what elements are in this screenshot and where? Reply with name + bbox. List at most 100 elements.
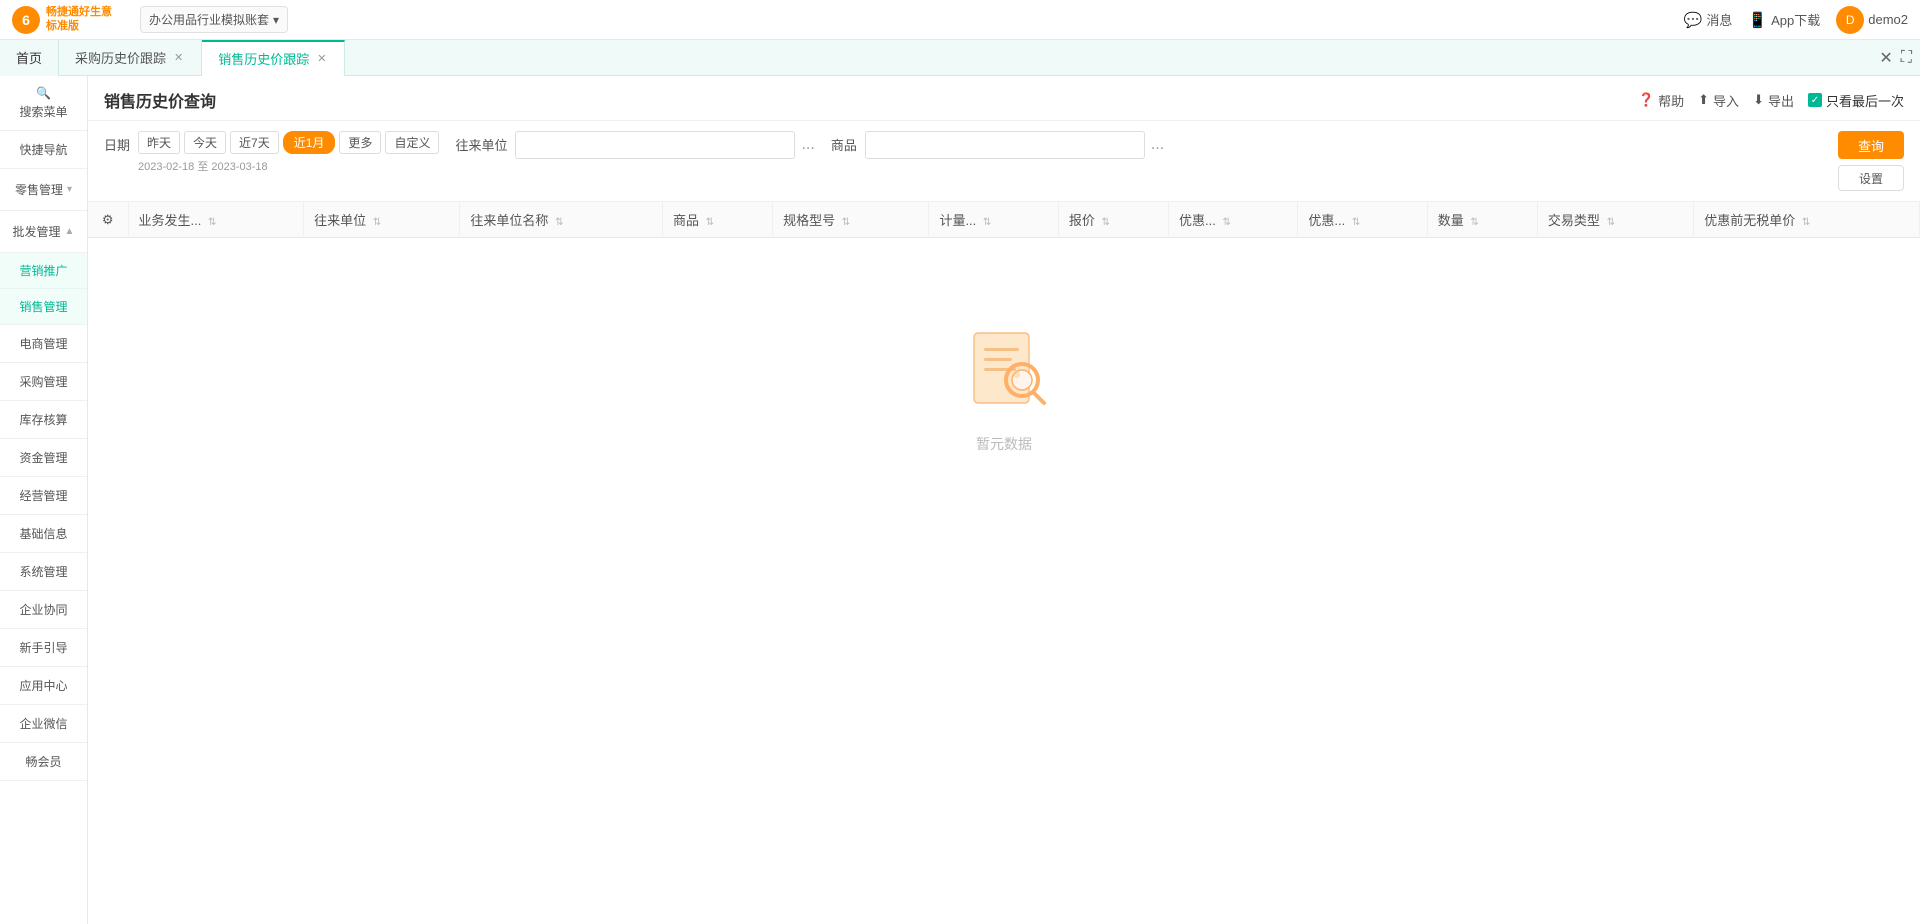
app-selector[interactable]: 办公用品行业模拟账套 ▾ bbox=[140, 6, 288, 33]
sidebar-member-label: 畅会员 bbox=[25, 753, 61, 770]
col-price[interactable]: 报价 ⇅ bbox=[1058, 202, 1168, 238]
import-icon: ⬆ bbox=[1698, 92, 1709, 108]
help-label: 帮助 bbox=[1658, 91, 1684, 110]
settings-button[interactable]: 设置 bbox=[1838, 165, 1904, 191]
date-btn-last7[interactable]: 近7天 bbox=[230, 131, 279, 154]
product-input[interactable] bbox=[865, 131, 1145, 159]
col-quantity[interactable]: 数量 ⇅ bbox=[1427, 202, 1537, 238]
sidebar-item-ecommerce[interactable]: 电商管理 bbox=[0, 325, 87, 363]
product-dots-icon[interactable]: ... bbox=[1151, 136, 1164, 154]
tab-purchase-close[interactable]: ✕ bbox=[172, 50, 185, 65]
sidebar-item-cooperation[interactable]: 企业协同 bbox=[0, 591, 87, 629]
col-discount1[interactable]: 优惠... ⇅ bbox=[1168, 202, 1297, 238]
sidebar-item-wholesale[interactable]: 批发管理 ▲ bbox=[0, 211, 87, 253]
partner-input[interactable] bbox=[515, 131, 795, 159]
sort-arrows-price: ⇅ bbox=[1101, 217, 1109, 228]
export-action[interactable]: ⬇ 导出 bbox=[1753, 91, 1794, 110]
date-buttons: 昨天 今天 近7天 近1月 更多 自定义 bbox=[138, 131, 439, 154]
date-btn-last1month[interactable]: 近1月 bbox=[283, 131, 336, 154]
sidebar-quick-nav-label: 快捷导航 bbox=[19, 141, 67, 158]
date-range-text: 2023-02-18 至 2023-03-18 bbox=[138, 158, 439, 174]
help-action[interactable]: ❓ 帮助 bbox=[1638, 91, 1684, 110]
app-download-action[interactable]: 📱 App下载 bbox=[1748, 10, 1820, 29]
sidebar-basic-info-label: 基础信息 bbox=[19, 525, 67, 542]
logo-text: 畅捷通好生意 标准版 bbox=[46, 6, 112, 32]
col-pretax-price[interactable]: 优惠前无税单价 ⇅ bbox=[1694, 202, 1920, 238]
sidebar-item-operations[interactable]: 经营管理 bbox=[0, 477, 87, 515]
dropdown-icon: ▾ bbox=[273, 13, 279, 27]
sidebar-guide-label: 新手引导 bbox=[19, 639, 67, 656]
page-header: 销售历史价查询 ❓ 帮助 ⬆ 导入 ⬇ 导出 ✓ 只看最后一次 bbox=[88, 76, 1920, 121]
col-unit[interactable]: 计量... ⇅ bbox=[929, 202, 1058, 238]
col-discount2[interactable]: 优惠... ⇅ bbox=[1298, 202, 1427, 238]
sidebar-item-sales-mgmt[interactable]: 销售管理 bbox=[0, 289, 87, 325]
sidebar: 🔍 搜索菜单 快捷导航 零售管理 ▾ 批发管理 ▲ 营销推广 销售管理 电商管理… bbox=[0, 76, 88, 924]
sidebar-item-finance[interactable]: 资金管理 bbox=[0, 439, 87, 477]
sidebar-ecommerce-label: 电商管理 bbox=[19, 335, 67, 352]
col-product[interactable]: 商品 ⇅ bbox=[662, 202, 772, 238]
close-all-icon[interactable]: ✕ bbox=[1879, 48, 1892, 68]
tab-home[interactable]: 首页 bbox=[0, 40, 59, 76]
sidebar-item-marketing[interactable]: 营销推广 bbox=[0, 253, 87, 289]
col-trade-type[interactable]: 交易类型 ⇅ bbox=[1537, 202, 1693, 238]
export-label: 导出 bbox=[1768, 91, 1794, 110]
product-input-group: ... bbox=[865, 131, 1164, 159]
sort-arrows-quantity: ⇅ bbox=[1470, 217, 1478, 228]
sort-arrows-product: ⇅ bbox=[706, 217, 714, 228]
partner-dots-icon[interactable]: ... bbox=[801, 136, 814, 154]
chevron-down-icon: ▾ bbox=[67, 184, 72, 195]
table-area: ⚙ 业务发生... ⇅ 往来单位 ⇅ 往来单位名称 ⇅ bbox=[88, 202, 1920, 924]
import-action[interactable]: ⬆ 导入 bbox=[1698, 91, 1739, 110]
sidebar-item-app-center[interactable]: 应用中心 bbox=[0, 667, 87, 705]
date-btn-yesterday[interactable]: 昨天 bbox=[138, 131, 180, 154]
sort-arrows-trade-type: ⇅ bbox=[1607, 217, 1615, 228]
sort-arrows-spec: ⇅ bbox=[842, 217, 850, 228]
sidebar-item-wechat[interactable]: 企业微信 bbox=[0, 705, 87, 743]
product-filter-label: 商品 bbox=[831, 131, 857, 154]
sidebar-inventory-label: 库存核算 bbox=[19, 411, 67, 428]
user-area[interactable]: D demo2 bbox=[1836, 6, 1908, 34]
sidebar-item-retail[interactable]: 零售管理 ▾ bbox=[0, 169, 87, 211]
app-selector-label: 办公用品行业模拟账套 bbox=[149, 11, 269, 28]
date-btn-custom[interactable]: 自定义 bbox=[385, 131, 439, 154]
col-biz-date[interactable]: 业务发生... ⇅ bbox=[128, 202, 304, 238]
empty-state-icon bbox=[954, 318, 1054, 418]
sidebar-cooperation-label: 企业协同 bbox=[19, 601, 67, 618]
sort-arrows-unit: ⇅ bbox=[983, 217, 991, 228]
date-btn-more[interactable]: 更多 bbox=[339, 131, 381, 154]
sidebar-operations-label: 经营管理 bbox=[19, 487, 67, 504]
sidebar-item-purchase[interactable]: 采购管理 bbox=[0, 363, 87, 401]
col-spec[interactable]: 规格型号 ⇅ bbox=[773, 202, 929, 238]
sidebar-item-guide[interactable]: 新手引导 bbox=[0, 629, 87, 667]
col-settings[interactable]: ⚙ bbox=[88, 202, 128, 238]
date-btn-today[interactable]: 今天 bbox=[184, 131, 226, 154]
date-filter-group: 日期 昨天 今天 近7天 近1月 更多 自定义 2023-02-18 至 202… bbox=[104, 131, 439, 174]
sidebar-item-member[interactable]: 畅会员 bbox=[0, 743, 87, 781]
query-button[interactable]: 查询 bbox=[1838, 131, 1904, 159]
col-partner-name[interactable]: 往来单位名称 ⇅ bbox=[460, 202, 663, 238]
sort-arrows-partner-code: ⇅ bbox=[373, 217, 381, 228]
logo-icon: 6 bbox=[12, 6, 40, 34]
checkbox-checked-icon: ✓ bbox=[1808, 93, 1822, 107]
sidebar-item-inventory[interactable]: 库存核算 bbox=[0, 401, 87, 439]
page-actions: ❓ 帮助 ⬆ 导入 ⬇ 导出 ✓ 只看最后一次 bbox=[1638, 91, 1904, 110]
tab-sales-history[interactable]: 销售历史价跟踪 ✕ bbox=[202, 40, 345, 76]
expand-icon[interactable]: ⛶ bbox=[1901, 49, 1912, 67]
sidebar-purchase-label: 采购管理 bbox=[19, 373, 67, 390]
top-header: 6 畅捷通好生意 标准版 办公用品行业模拟账套 ▾ 💬 消息 📱 App下载 D… bbox=[0, 0, 1920, 40]
col-partner-code[interactable]: 往来单位 ⇅ bbox=[304, 202, 460, 238]
sidebar-item-search[interactable]: 🔍 搜索菜单 bbox=[0, 76, 87, 131]
tab-sales-close[interactable]: ✕ bbox=[315, 51, 328, 66]
last-only-checkbox[interactable]: ✓ 只看最后一次 bbox=[1808, 91, 1904, 110]
sidebar-search-label: 搜索菜单 bbox=[19, 103, 67, 120]
sidebar-wholesale-label: 批发管理 bbox=[13, 223, 61, 240]
sidebar-item-basic-info[interactable]: 基础信息 bbox=[0, 515, 87, 553]
message-action[interactable]: 💬 消息 bbox=[1684, 10, 1733, 29]
sidebar-item-system[interactable]: 系统管理 bbox=[0, 553, 87, 591]
sidebar-system-label: 系统管理 bbox=[19, 563, 67, 580]
empty-state: 暂元数据 bbox=[88, 238, 1920, 534]
sidebar-item-quick-nav[interactable]: 快捷导航 bbox=[0, 131, 87, 169]
partner-input-group: ... bbox=[515, 131, 814, 159]
tab-purchase-history[interactable]: 采购历史价跟踪 ✕ bbox=[59, 40, 202, 76]
tab-bar: 首页 采购历史价跟踪 ✕ 销售历史价跟踪 ✕ ✕ ⛶ bbox=[0, 40, 1920, 76]
